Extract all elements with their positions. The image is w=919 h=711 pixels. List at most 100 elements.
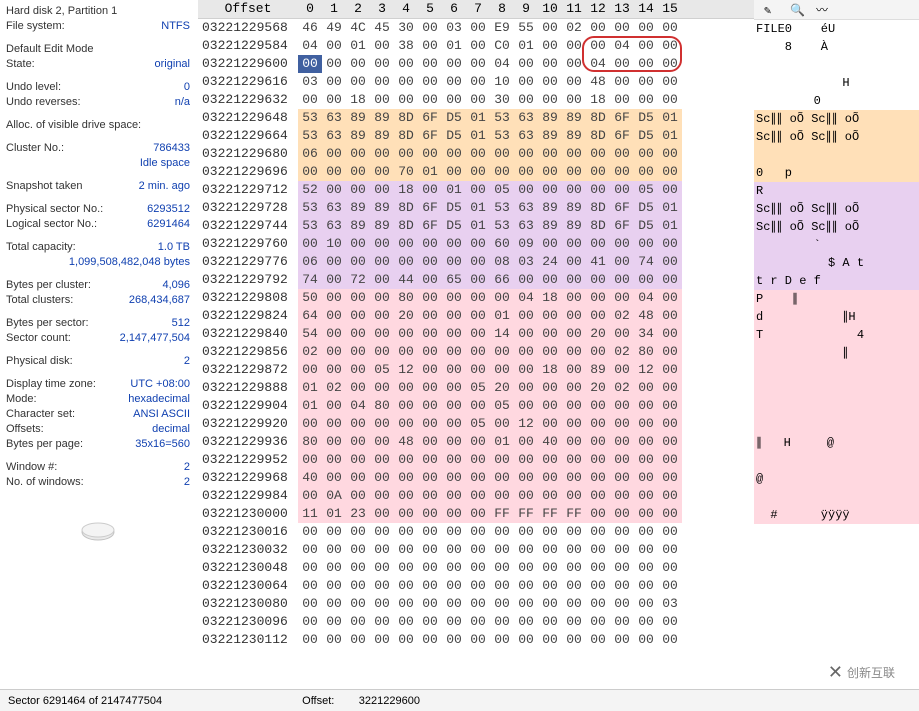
- hex-cell[interactable]: 00: [346, 253, 370, 271]
- ascii-line[interactable]: 0 p: [754, 164, 919, 182]
- hex-cell[interactable]: 00: [658, 55, 682, 73]
- tool-icon[interactable]: ✎: [764, 2, 780, 16]
- hex-cell[interactable]: 01: [298, 397, 322, 415]
- hex-cell[interactable]: C0: [490, 37, 514, 55]
- hex-cell[interactable]: 00: [586, 289, 610, 307]
- hex-cell[interactable]: 00: [658, 253, 682, 271]
- ascii-line[interactable]: `: [754, 236, 919, 254]
- hex-cell[interactable]: 00: [634, 433, 658, 451]
- hex-row[interactable]: 0322122985602000000000000000000000000028…: [198, 343, 754, 361]
- hex-cell[interactable]: 00: [418, 487, 442, 505]
- hex-cell[interactable]: 00: [298, 235, 322, 253]
- hex-cell[interactable]: 00: [490, 289, 514, 307]
- hex-cell[interactable]: 00: [610, 163, 634, 181]
- hex-cell[interactable]: 00: [394, 415, 418, 433]
- hex-cell[interactable]: 00: [418, 91, 442, 109]
- hex-cell[interactable]: 00: [634, 487, 658, 505]
- hex-cell[interactable]: 00: [562, 235, 586, 253]
- hex-cell[interactable]: 00: [370, 469, 394, 487]
- hex-cell[interactable]: 18: [346, 91, 370, 109]
- hex-cell[interactable]: 00: [346, 181, 370, 199]
- hex-cell[interactable]: 00: [538, 271, 562, 289]
- hex-cell[interactable]: 00: [538, 91, 562, 109]
- hex-cell[interactable]: 04: [586, 55, 610, 73]
- hex-cell[interactable]: 00: [490, 361, 514, 379]
- hex-cell[interactable]: 30: [394, 19, 418, 37]
- ascii-line[interactable]: d ∥H: [754, 308, 919, 326]
- hex-cell[interactable]: 00: [586, 523, 610, 541]
- hex-cell[interactable]: 89: [562, 109, 586, 127]
- hex-cell[interactable]: 00: [466, 577, 490, 595]
- hex-cell[interactable]: 04: [298, 37, 322, 55]
- hex-cell[interactable]: 00: [586, 559, 610, 577]
- hex-cell[interactable]: 00: [418, 37, 442, 55]
- hex-cell[interactable]: 00: [370, 37, 394, 55]
- hex-cell[interactable]: 00: [586, 397, 610, 415]
- hex-row[interactable]: 0322122971252000000180001000500000000000…: [198, 181, 754, 199]
- hex-cell[interactable]: 00: [490, 631, 514, 649]
- hex-cell[interactable]: 00: [562, 397, 586, 415]
- hex-cell[interactable]: 52: [298, 181, 322, 199]
- hex-cell[interactable]: 00: [538, 37, 562, 55]
- hex-cell[interactable]: 02: [562, 19, 586, 37]
- hex-cell[interactable]: 00: [298, 91, 322, 109]
- hex-cell[interactable]: D5: [442, 199, 466, 217]
- hex-cell[interactable]: 00: [370, 505, 394, 523]
- hex-cell[interactable]: 55: [514, 19, 538, 37]
- hex-cell[interactable]: 00: [322, 613, 346, 631]
- hex-cell[interactable]: 00: [370, 487, 394, 505]
- hex-cell[interactable]: 89: [370, 217, 394, 235]
- hex-cell[interactable]: 00: [346, 433, 370, 451]
- hex-cell[interactable]: 01: [442, 181, 466, 199]
- hex-cell[interactable]: 00: [466, 91, 490, 109]
- hex-cell[interactable]: 00: [562, 613, 586, 631]
- hex-cell[interactable]: 00: [658, 181, 682, 199]
- hex-cell[interactable]: 00: [298, 487, 322, 505]
- hex-cell[interactable]: 6F: [610, 109, 634, 127]
- hex-cell[interactable]: 00: [298, 577, 322, 595]
- hex-cell[interactable]: 00: [442, 343, 466, 361]
- ascii-line[interactable]: Sc∥∥ oÕ Sc∥∥ oÕ: [754, 128, 919, 146]
- hex-cell[interactable]: 00: [370, 559, 394, 577]
- hex-cell[interactable]: 00: [610, 19, 634, 37]
- hex-cell[interactable]: 00: [418, 505, 442, 523]
- hex-cell[interactable]: 00: [346, 325, 370, 343]
- hex-cell[interactable]: 00: [346, 379, 370, 397]
- hex-cell[interactable]: 00: [658, 451, 682, 469]
- hex-cell[interactable]: 53: [298, 109, 322, 127]
- ascii-line[interactable]: t r D e f: [754, 272, 919, 290]
- hex-cell[interactable]: 00: [538, 307, 562, 325]
- hex-cell[interactable]: 00: [466, 145, 490, 163]
- hex-cell[interactable]: 00: [610, 487, 634, 505]
- hex-cell[interactable]: 00: [514, 145, 538, 163]
- hex-cell[interactable]: 00: [466, 541, 490, 559]
- hex-cell[interactable]: 00: [658, 433, 682, 451]
- hex-cell[interactable]: 89: [562, 127, 586, 145]
- hex-cell[interactable]: 63: [514, 127, 538, 145]
- hex-cell[interactable]: 00: [658, 145, 682, 163]
- hex-cell[interactable]: 63: [514, 199, 538, 217]
- hex-cell[interactable]: 00: [394, 613, 418, 631]
- hex-cell[interactable]: 00: [610, 541, 634, 559]
- hex-cell[interactable]: 00: [658, 91, 682, 109]
- hex-cell[interactable]: 00: [490, 613, 514, 631]
- hex-cell[interactable]: 00: [514, 631, 538, 649]
- hex-cell[interactable]: 00: [562, 469, 586, 487]
- hex-cell[interactable]: 00: [562, 379, 586, 397]
- hex-cell[interactable]: 00: [442, 379, 466, 397]
- hex-cell[interactable]: 00: [610, 253, 634, 271]
- hex-cell[interactable]: 00: [442, 433, 466, 451]
- hex-cell[interactable]: 00: [562, 163, 586, 181]
- hex-cell[interactable]: 00: [466, 181, 490, 199]
- ascii-line[interactable]: 0: [754, 92, 919, 110]
- hex-cell[interactable]: 00: [538, 19, 562, 37]
- hex-cell[interactable]: 00: [466, 595, 490, 613]
- hex-cell[interactable]: 00: [394, 541, 418, 559]
- hex-cell[interactable]: 6F: [610, 199, 634, 217]
- ascii-line[interactable]: H: [754, 74, 919, 92]
- hex-cell[interactable]: 04: [610, 37, 634, 55]
- hex-cell[interactable]: 00: [394, 631, 418, 649]
- hex-cell[interactable]: 00: [586, 415, 610, 433]
- hex-row[interactable]: 0322122982464000000200000000100000000024…: [198, 307, 754, 325]
- hex-cell[interactable]: 12: [634, 361, 658, 379]
